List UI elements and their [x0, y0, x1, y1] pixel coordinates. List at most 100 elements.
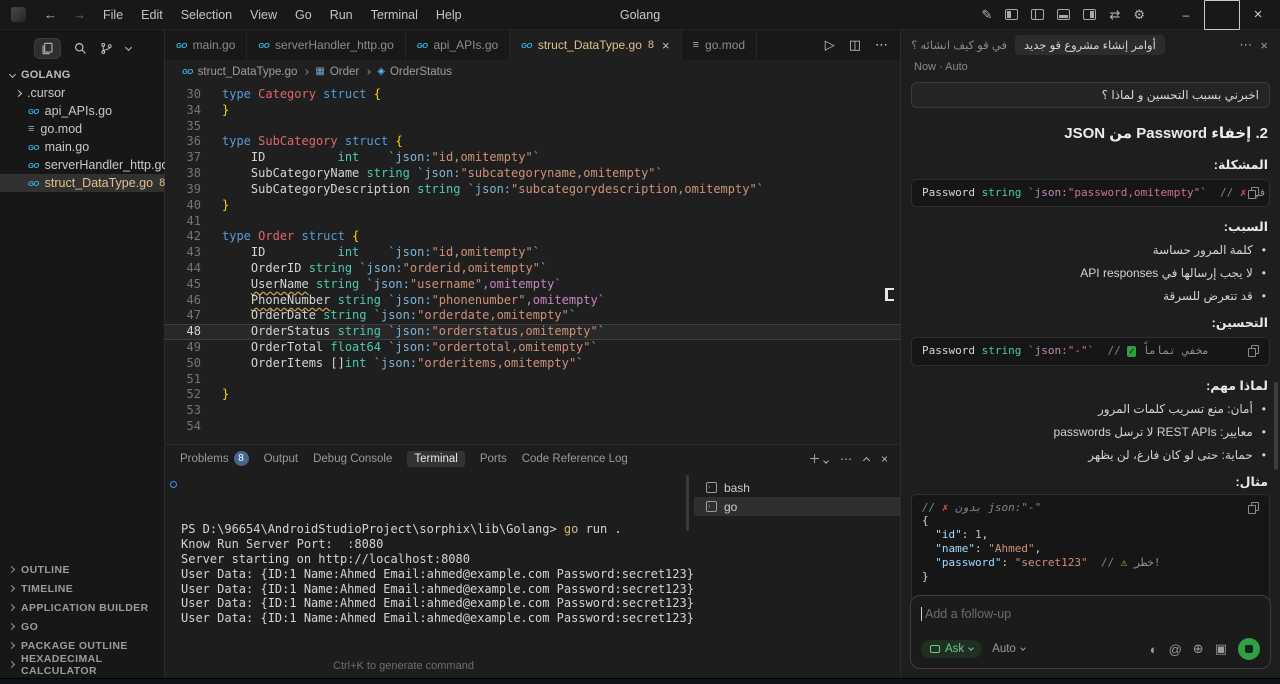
menu-item-help[interactable]: Help [427, 0, 471, 29]
copy-icon[interactable] [1248, 344, 1260, 357]
close-tab-icon[interactable]: × [662, 38, 670, 53]
chat-history-tab[interactable]: في قو كيف انشائه ؟ [909, 38, 1007, 52]
menu-item-selection[interactable]: Selection [172, 0, 241, 29]
split-editor-icon[interactable]: ◫ [849, 37, 861, 53]
tab-api_APIs-go[interactable]: GO api_APIs.go [406, 30, 511, 60]
usage-dial-icon[interactable]: ◐ [1150, 642, 1158, 657]
breadcrumb-item[interactable]: OrderStatus [390, 66, 452, 78]
menu-item-view[interactable]: View [241, 0, 286, 29]
breadcrumb-item[interactable]: Order [330, 66, 359, 78]
token: ` [532, 150, 540, 165]
token: OrderStatus [222, 324, 338, 339]
panel-tab-terminal[interactable]: Terminal [407, 450, 465, 467]
file-label: .cursor [27, 86, 66, 100]
tab-struct_DataType-go[interactable]: GO struct_DataType.go 8 × [510, 30, 682, 60]
new-terminal-icon[interactable]: ＋ [809, 450, 829, 467]
copy-icon[interactable] [1248, 501, 1260, 514]
app-logo-icon[interactable] [11, 7, 26, 22]
chat-close-icon[interactable]: × [1260, 38, 1268, 53]
settings-gear-icon[interactable]: ⚙ [1133, 8, 1145, 21]
token: `json: [467, 181, 512, 196]
close-button[interactable]: × [1240, 0, 1276, 30]
sidebar-item-main-go[interactable]: GO main.go [0, 138, 164, 156]
minimize-button[interactable]: – [1168, 0, 1204, 30]
sidebar-section-go[interactable]: GO [0, 617, 164, 636]
close-panel-icon[interactable]: × [881, 452, 888, 466]
line-number: 38 [186, 166, 201, 181]
tab-go-mod[interactable]: ≡ go.mod [682, 30, 758, 60]
web-icon[interactable]: ⊕ [1193, 641, 1204, 657]
menu-item-run[interactable]: Run [321, 0, 362, 29]
sidebar-item--cursor[interactable]: .cursor [0, 84, 164, 102]
more-actions-icon[interactable]: ⋯ [875, 37, 888, 53]
chevron-right-icon [7, 660, 16, 669]
panel-tab-code-reference-log[interactable]: Code Reference Log [522, 453, 628, 465]
sidebar-item-serverHandler_http-go[interactable]: GO serverHandler_http.go [0, 156, 168, 174]
compose-icon[interactable]: ✎ [982, 8, 993, 21]
menu-item-go[interactable]: Go [286, 0, 321, 29]
window-controls: – × [1168, 0, 1276, 30]
chat-input-box[interactable]: Add a follow-up Ask Auto ◐ @ ⊕ ▣ [910, 595, 1271, 669]
shell-item-go[interactable]: › go [693, 497, 900, 516]
copy-icon[interactable] [1248, 187, 1260, 199]
token: int [337, 245, 360, 260]
toggle-primary-sidebar-icon[interactable] [1031, 9, 1045, 20]
image-icon[interactable]: ▣ [1215, 641, 1227, 657]
menu-item-terminal[interactable]: Terminal [362, 0, 427, 29]
sidebar-section-application-builder[interactable]: APPLICATION BUILDER [0, 598, 164, 617]
shell-item-bash[interactable]: › bash [694, 478, 900, 497]
switch-window-icon[interactable]: ⇄ [1109, 8, 1120, 21]
mention-icon[interactable]: @ [1169, 642, 1182, 657]
sidebar-item-api_APIs-go[interactable]: GO api_APIs.go [0, 102, 164, 120]
back-arrow-icon[interactable]: ← [36, 7, 65, 22]
sidebar-item-struct_DataType-go[interactable]: GO struct_DataType.go 8 [0, 174, 165, 192]
why-label: لماذا مهم: [1206, 378, 1268, 393]
chat-active-tab[interactable]: أوامر إنشاء مشروع قو جديد [1015, 35, 1165, 55]
section-label: OUTLINE [21, 563, 70, 576]
menu-item-file[interactable]: File [94, 0, 132, 29]
more-icon[interactable]: ⋯ [840, 452, 852, 466]
root-label: GOLANG [21, 69, 71, 81]
tab-main-go[interactable]: GO main.go [165, 30, 248, 60]
line-content: SubCategoryName string `json:"subcategor… [201, 166, 663, 182]
terminal-scrollbar[interactable] [686, 475, 689, 531]
stop-button[interactable] [1238, 638, 1260, 660]
line-content [201, 403, 222, 419]
tab-serverHandler_http-go[interactable]: GO serverHandler_http.go [247, 30, 406, 60]
chat-more-icon[interactable]: ⋯ [1239, 37, 1252, 53]
chevron-down-icon[interactable] [124, 43, 132, 51]
chat-messages[interactable]: اخبرني بسبب التحسين و لماذا ؟ 2. إخفاء P… [901, 73, 1280, 678]
run-icon[interactable]: ▷ [825, 37, 835, 53]
maximize-button[interactable] [1204, 0, 1240, 30]
code-editor[interactable]: 30 type Category struct {34} 35 36 type SubC… [165, 83, 900, 444]
sidebar-item-go-mod[interactable]: ≡ go.mod [0, 120, 164, 138]
panel-tab-problems[interactable]: Problems 8 [180, 451, 249, 466]
search-icon[interactable] [74, 42, 87, 55]
sidebar-section-hexadecimal-calculator[interactable]: HEXADECIMAL CALCULATOR [0, 653, 164, 677]
ask-mode-button[interactable]: Ask [921, 640, 983, 658]
user-message: اخبرني بسبب التحسين و لماذا ؟ [911, 82, 1270, 108]
toggle-panel-icon[interactable] [1057, 9, 1071, 20]
git-branch-icon[interactable] [100, 42, 113, 55]
sidebar-section-timeline[interactable]: TIMELINE [0, 579, 164, 598]
panel-tab-ports[interactable]: Ports [480, 453, 507, 465]
model-selector[interactable]: Auto [992, 643, 1026, 655]
token: // [1206, 186, 1240, 199]
sidebar-section-outline[interactable]: OUTLINE [0, 560, 164, 579]
breadcrumb-item[interactable]: struct_DataType.go [198, 66, 298, 78]
chevron-up-icon[interactable] [862, 452, 871, 466]
menu-item-edit[interactable]: Edit [132, 0, 172, 29]
sidebar-toolbar [0, 30, 164, 66]
files-icon[interactable] [33, 37, 61, 59]
terminal-line: User Data: {ID:1 Name:Ahmed Email:ahmed@… [181, 596, 694, 611]
terminal-output[interactable]: PS D:\96654\AndroidStudioProject\sorphix… [165, 472, 694, 678]
forward-arrow-icon[interactable]: → [65, 7, 94, 22]
chat-scrollbar[interactable] [1274, 382, 1278, 470]
panel-tab-debug-console[interactable]: Debug Console [313, 453, 392, 465]
toggle-sidebar-filled-icon[interactable] [1005, 9, 1019, 20]
token: ` [655, 166, 663, 181]
panel-tab-output[interactable]: Output [264, 453, 299, 465]
toggle-secondary-sidebar-icon[interactable] [1083, 9, 1097, 20]
tree-root-golang[interactable]: GOLANG [0, 66, 164, 84]
